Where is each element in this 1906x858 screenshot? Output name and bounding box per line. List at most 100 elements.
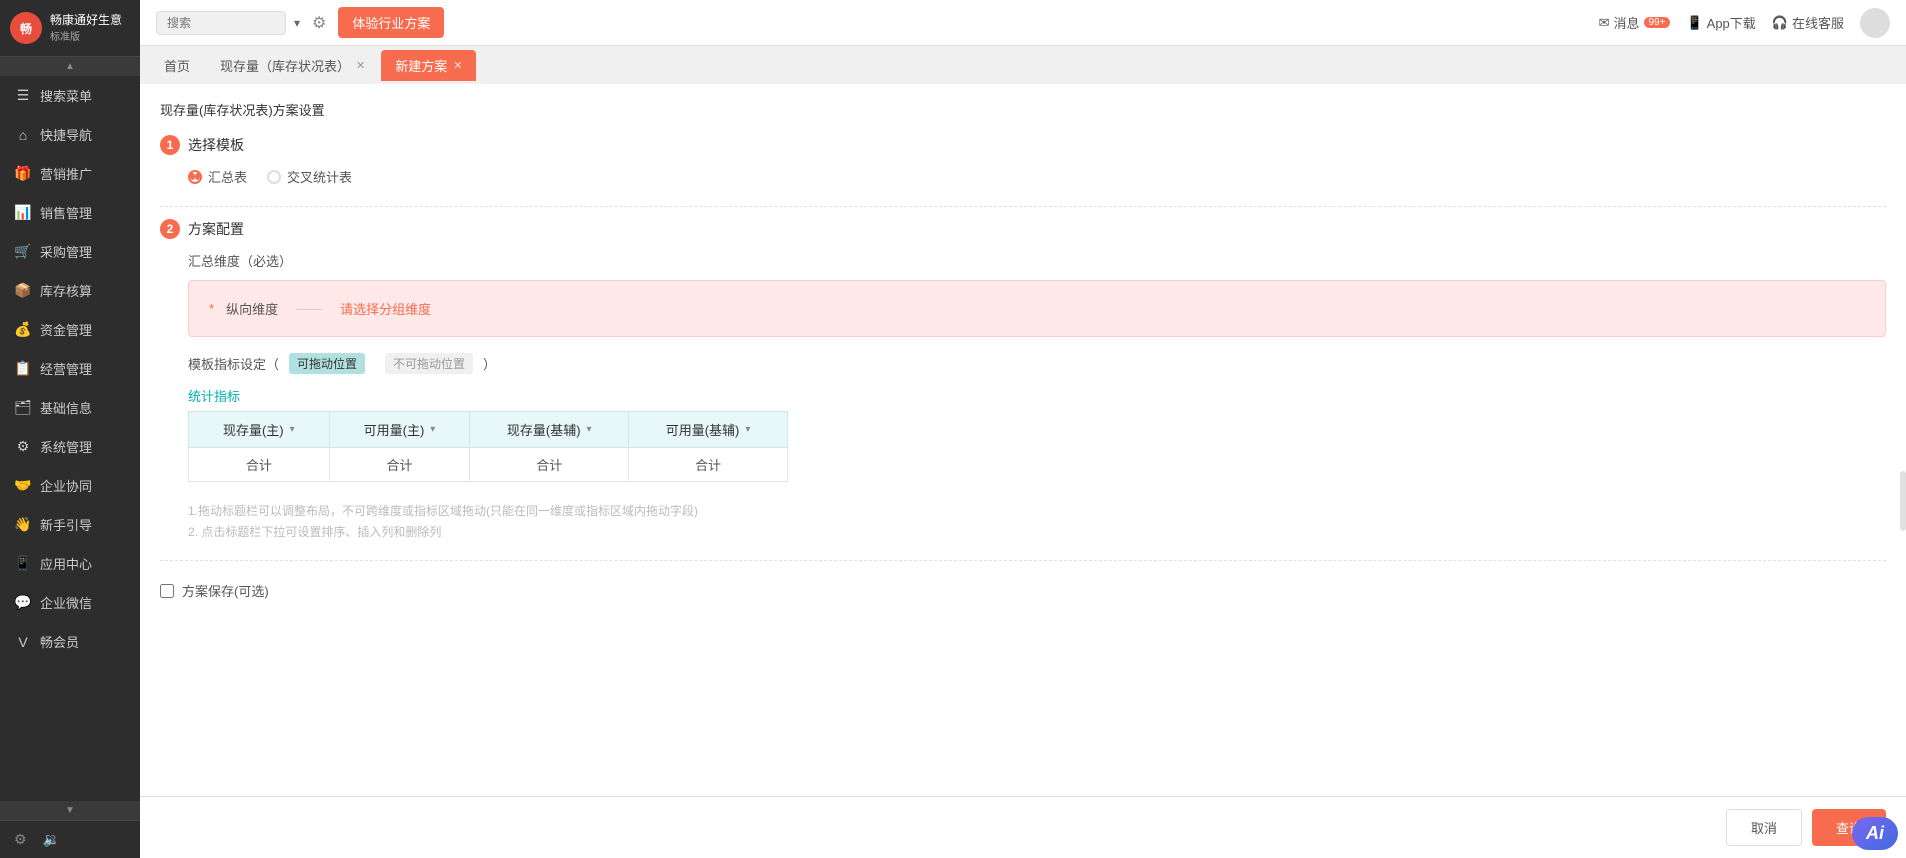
sidebar-item-newbie[interactable]: 👋 新手引导 — [0, 505, 140, 544]
radio-crosstab-label: 交叉统计表 — [287, 167, 352, 186]
sidebar-item-cooperation-label: 企业协同 — [40, 476, 92, 495]
sound-icon[interactable]: 🔉 — [43, 831, 60, 848]
col-4-label: 可用量(基辅) — [666, 420, 740, 439]
user-avatar[interactable] — [1860, 8, 1890, 38]
step2-header: 2 方案配置 — [160, 219, 1886, 239]
sidebar-item-operations[interactable]: 📋 经营管理 — [0, 349, 140, 388]
sidebar-item-finance[interactable]: 💰 资金管理 — [0, 310, 140, 349]
stats-title: 统计指标 — [188, 386, 1886, 405]
sidebar-scroll-up[interactable]: ▲ — [0, 57, 140, 76]
home-icon: ⌂ — [14, 126, 32, 144]
col-header-1[interactable]: 现存量(主) ▾ — [189, 412, 330, 448]
sidebar-item-newbie-label: 新手引导 — [40, 515, 92, 534]
message-badge: 99+ — [1644, 17, 1671, 28]
sidebar-item-quick-nav[interactable]: ⌂ 快捷导航 — [0, 115, 140, 154]
cooperation-icon: 🤝 — [14, 477, 32, 495]
step1-header: 1 选择模板 — [160, 135, 1886, 155]
sidebar-item-app[interactable]: 📱 应用中心 — [0, 544, 140, 583]
tab-new-scheme-close-icon[interactable]: ✕ — [453, 59, 462, 72]
online-service-button[interactable]: 🎧 在线客服 — [1772, 13, 1844, 32]
ai-badge[interactable]: Ai — [1852, 817, 1898, 850]
tab-home-label: 首页 — [164, 56, 190, 75]
col-1-chevron[interactable]: ▾ — [290, 424, 295, 435]
topbar-right: ✉ 消息 99+ 📱 App下载 🎧 在线客服 — [1599, 8, 1890, 38]
headset-icon: 🎧 — [1772, 15, 1788, 31]
app-download-button[interactable]: 📱 App下载 — [1686, 13, 1755, 32]
stats-table: 现存量(主) ▾ 可用量(主) ▾ — [188, 411, 788, 482]
sidebar-item-basics[interactable]: 🗂 基础信息 — [0, 388, 140, 427]
vertical-dim-label: 纵向维度 — [226, 299, 278, 318]
sidebar-item-system[interactable]: ⚙ 系统管理 — [0, 427, 140, 466]
settings-icon[interactable]: ⚙ — [14, 831, 27, 848]
message-icon: ✉ — [1599, 15, 1610, 31]
cell-3: 合计 — [470, 448, 629, 482]
radio-summary-circle — [188, 170, 202, 184]
tip-1: 1.拖动标题栏可以调整布局，不可跨维度或指标区域拖动(只能在同一维度或指标区域内… — [188, 502, 1886, 519]
sidebar-item-search-menu[interactable]: ☰ 搜索菜单 — [0, 76, 140, 115]
non-draggable-badge: 不可拖动位置 — [385, 353, 473, 374]
brand-logo: 畅 — [10, 12, 42, 44]
newbie-icon: 👋 — [14, 516, 32, 534]
dim-placeholder-text[interactable]: 请选择分组维度 — [340, 299, 431, 318]
gift-icon: 🎁 — [14, 165, 32, 183]
cell-1: 合计 — [189, 448, 330, 482]
message-button[interactable]: ✉ 消息 99+ — [1599, 13, 1671, 32]
search-input[interactable] — [156, 11, 286, 35]
sidebar-item-cooperation[interactable]: 🤝 企业协同 — [0, 466, 140, 505]
system-icon: ⚙ — [14, 438, 32, 456]
sidebar-item-member[interactable]: V 畅会员 — [0, 622, 140, 661]
template-settings: 模板指标设定（ 可拖动位置 不可拖动位置 ） — [188, 353, 1886, 374]
radio-crosstab-circle — [267, 170, 281, 184]
col-4-chevron[interactable]: ▾ — [745, 424, 750, 435]
pink-dimension-box: * 纵向维度 —— 请选择分组维度 — [188, 280, 1886, 337]
radio-crosstab[interactable]: 交叉统计表 — [267, 167, 352, 186]
col-2-chevron[interactable]: ▾ — [430, 424, 435, 435]
search-dropdown-button[interactable]: ▾ — [294, 16, 300, 30]
tip-2: 2. 点击标题栏下拉可设置排序、插入列和删除列 — [188, 523, 1886, 540]
sidebar-nav: ☰ 搜索菜单 ⌂ 快捷导航 🎁 营销推广 📊 销售管理 🛒 采购管理 📦 库存核… — [0, 76, 140, 801]
template-settings-close: ） — [483, 354, 496, 373]
purchase-icon: 🛒 — [14, 243, 32, 261]
finance-icon: 💰 — [14, 321, 32, 339]
sidebar-item-basics-label: 基础信息 — [40, 398, 92, 417]
topbar-settings-icon[interactable]: ⚙ — [312, 13, 326, 33]
col-header-4[interactable]: 可用量(基辅) ▾ — [629, 412, 788, 448]
col-3-chevron[interactable]: ▾ — [587, 424, 592, 435]
page-title: 现存量(库存状况表)方案设置 — [160, 100, 1886, 119]
tab-new-scheme[interactable]: 新建方案 ✕ — [381, 50, 476, 81]
message-label: 消息 — [1613, 13, 1639, 32]
sidebar-item-search-menu-label: 搜索菜单 — [40, 86, 92, 105]
sidebar: 畅 畅康通好生意 标准版 ▲ ☰ 搜索菜单 ⌂ 快捷导航 🎁 营销推广 📊 销售… — [0, 0, 140, 858]
cancel-button[interactable]: 取消 — [1726, 809, 1802, 846]
radio-summary[interactable]: 汇总表 — [188, 167, 247, 186]
main-area: ▾ ⚙ 体验行业方案 ✉ 消息 99+ 📱 App下载 🎧 在线客服 首页 — [140, 0, 1906, 858]
save-checkbox[interactable] — [160, 584, 174, 598]
step2-title: 方案配置 — [188, 219, 244, 239]
tab-home[interactable]: 首页 — [150, 50, 204, 81]
sidebar-item-wechat[interactable]: 💬 企业微信 — [0, 583, 140, 622]
sidebar-item-marketing[interactable]: 🎁 营销推广 — [0, 154, 140, 193]
brand: 畅 畅康通好生意 标准版 — [0, 0, 140, 57]
sidebar-item-quick-nav-label: 快捷导航 — [40, 125, 92, 144]
dimension-label: 汇总维度（必选） — [188, 251, 1886, 270]
sidebar-item-inventory-label: 库存核算 — [40, 281, 92, 300]
sidebar-item-sales[interactable]: 📊 销售管理 — [0, 193, 140, 232]
app-icon: 📱 — [14, 555, 32, 573]
sidebar-item-app-label: 应用中心 — [40, 554, 92, 573]
experience-button[interactable]: 体验行业方案 — [338, 7, 444, 38]
sidebar-item-member-label: 畅会员 — [40, 632, 79, 651]
col-header-3[interactable]: 现存量(基辅) ▾ — [470, 412, 629, 448]
member-icon: V — [14, 633, 32, 651]
col-header-2[interactable]: 可用量(主) ▾ — [329, 412, 470, 448]
tab-inventory-close-icon[interactable]: ✕ — [356, 59, 365, 72]
step2-section: 2 方案配置 汇总维度（必选） * 纵向维度 —— 请选择分组维度 — [160, 219, 1886, 540]
sidebar-item-inventory[interactable]: 📦 库存核算 — [0, 271, 140, 310]
right-scrollbar[interactable] — [1900, 471, 1906, 531]
tab-inventory-status[interactable]: 现存量（库存状况表） ✕ — [206, 50, 379, 81]
sidebar-item-operations-label: 经营管理 — [40, 359, 92, 378]
sidebar-item-marketing-label: 营销推广 — [40, 164, 92, 183]
footer-bar: 取消 查询 — [140, 796, 1906, 858]
sidebar-scroll-down[interactable]: ▼ — [0, 801, 140, 820]
sales-icon: 📊 — [14, 204, 32, 222]
sidebar-item-purchase[interactable]: 🛒 采购管理 — [0, 232, 140, 271]
